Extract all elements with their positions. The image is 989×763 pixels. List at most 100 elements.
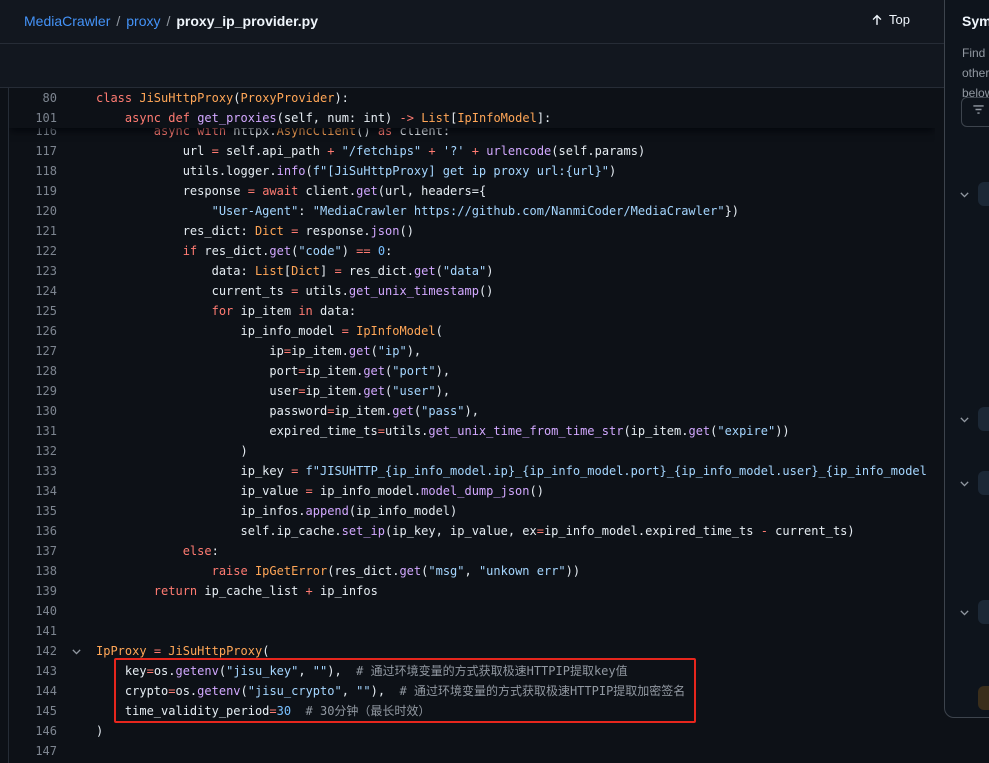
code-line: 101 async def get_proxies(self, num: int… bbox=[9, 108, 935, 128]
line-number[interactable]: 122 bbox=[9, 241, 57, 261]
breadcrumb: MediaCrawler/proxy/proxy_ip_provider.py bbox=[24, 13, 318, 29]
line-number[interactable]: 146 bbox=[9, 721, 57, 741]
symbol-chip[interactable] bbox=[978, 686, 989, 710]
line-number[interactable]: 136 bbox=[9, 521, 57, 541]
code-line: 142 IpProxy = JiSuHttpProxy( bbox=[9, 641, 935, 661]
line-number[interactable]: 117 bbox=[9, 141, 57, 161]
code-text: url = self.api_path + "/fetchips" + '?' … bbox=[96, 141, 935, 161]
symbols-filter-button[interactable] bbox=[961, 97, 989, 127]
symbol-tree-item[interactable] bbox=[958, 182, 989, 206]
code-text: ip_value = ip_info_model.model_dump_json… bbox=[96, 481, 935, 501]
line-number[interactable]: 128 bbox=[9, 361, 57, 381]
code-text: key=os.getenv("jisu_key", ""), # 通过环境变量的… bbox=[96, 661, 935, 681]
code-line: 117 url = self.api_path + "/fetchips" + … bbox=[9, 141, 935, 161]
line-expander-gutter bbox=[57, 681, 96, 701]
line-expander-gutter bbox=[57, 421, 96, 441]
code-line: 145 time_validity_period=30 # 30分钟（最长时效） bbox=[9, 701, 935, 721]
line-number[interactable]: 147 bbox=[9, 741, 57, 761]
code-text: expired_time_ts=utils.get_unix_time_from… bbox=[96, 421, 935, 441]
code-text: password=ip_item.get("pass"), bbox=[96, 401, 935, 421]
line-number[interactable]: 140 bbox=[9, 601, 57, 621]
code-text: else: bbox=[96, 541, 935, 561]
line-expander-gutter bbox=[57, 521, 96, 541]
line-expander-gutter bbox=[57, 301, 96, 321]
line-number[interactable]: 142 bbox=[9, 641, 57, 661]
symbol-tree-item[interactable] bbox=[958, 471, 989, 495]
line-number[interactable]: 123 bbox=[9, 261, 57, 281]
code-text: for ip_item in data: bbox=[96, 301, 935, 321]
line-number[interactable]: 137 bbox=[9, 541, 57, 561]
breadcrumb-folder-link[interactable]: proxy bbox=[126, 13, 160, 29]
code-text: IpProxy = JiSuHttpProxy( bbox=[96, 641, 935, 661]
code-line: 139 return ip_cache_list + ip_infos bbox=[9, 581, 935, 601]
code-line: 141 bbox=[9, 621, 935, 641]
code-line: 143 key=os.getenv("jisu_key", ""), # 通过环… bbox=[9, 661, 935, 681]
line-expander-gutter bbox=[57, 321, 96, 341]
line-number[interactable]: 133 bbox=[9, 461, 57, 481]
back-to-top-button[interactable]: Top bbox=[870, 12, 910, 27]
line-expander-gutter bbox=[57, 281, 96, 301]
line-expander-gutter bbox=[57, 561, 96, 581]
line-number[interactable]: 121 bbox=[9, 221, 57, 241]
chevron-down-icon[interactable] bbox=[958, 413, 971, 426]
chevron-down-icon[interactable] bbox=[958, 606, 971, 619]
breadcrumb-filename: proxy_ip_provider.py bbox=[176, 13, 318, 29]
symbol-chip[interactable] bbox=[978, 182, 989, 206]
line-number[interactable]: 138 bbox=[9, 561, 57, 581]
line-number[interactable]: 125 bbox=[9, 301, 57, 321]
line-number[interactable]: 80 bbox=[9, 88, 57, 108]
line-number[interactable]: 139 bbox=[9, 581, 57, 601]
code-text: crypto=os.getenv("jisu_crypto", ""), # 通… bbox=[96, 681, 935, 701]
symbols-desc-line: Find definitions and references for func… bbox=[962, 46, 989, 60]
code-line: 120 "User-Agent": "MediaCrawler https://… bbox=[9, 201, 935, 221]
line-number[interactable]: 144 bbox=[9, 681, 57, 701]
line-expander-gutter bbox=[57, 181, 96, 201]
line-number[interactable]: 131 bbox=[9, 421, 57, 441]
line-number[interactable]: 101 bbox=[9, 108, 57, 128]
symbols-panel-description: Find definitions and references for func… bbox=[962, 43, 989, 103]
line-number[interactable]: 135 bbox=[9, 501, 57, 521]
code-line: 146) bbox=[9, 721, 935, 741]
line-expander-gutter bbox=[57, 361, 96, 381]
line-number[interactable]: 141 bbox=[9, 621, 57, 641]
line-number[interactable]: 120 bbox=[9, 201, 57, 221]
filter-icon bbox=[971, 102, 986, 122]
collapse-chevron-icon[interactable] bbox=[57, 641, 96, 661]
line-number[interactable]: 118 bbox=[9, 161, 57, 181]
code-text bbox=[96, 741, 935, 761]
line-number[interactable]: 119 bbox=[9, 181, 57, 201]
code-line: 140 bbox=[9, 601, 935, 621]
chevron-down-icon[interactable] bbox=[958, 188, 971, 201]
symbol-chip[interactable] bbox=[978, 407, 989, 431]
code-line: 136 self.ip_cache.set_ip(ip_key, ip_valu… bbox=[9, 521, 935, 541]
line-number[interactable]: 127 bbox=[9, 341, 57, 361]
code-text: self.ip_cache.set_ip(ip_key, ip_value, e… bbox=[96, 521, 935, 541]
line-expander-gutter bbox=[57, 441, 96, 461]
symbol-tree-item[interactable] bbox=[958, 600, 989, 624]
line-number[interactable]: 130 bbox=[9, 401, 57, 421]
code-line: 119 response = await client.get(url, hea… bbox=[9, 181, 935, 201]
symbol-tree-item[interactable] bbox=[978, 686, 989, 710]
chevron-down-icon[interactable] bbox=[958, 477, 971, 490]
code-line: 122 if res_dict.get("code") == 0: bbox=[9, 241, 935, 261]
code-viewer: 116 async with httpx.AsyncClient() as cl… bbox=[8, 88, 935, 763]
symbol-chip[interactable] bbox=[978, 600, 989, 624]
code-text: ip_key = f"JISUHTTP_{ip_info_model.ip}_{… bbox=[96, 461, 935, 481]
line-number[interactable]: 143 bbox=[9, 661, 57, 681]
symbol-tree-item[interactable] bbox=[958, 407, 989, 431]
line-number[interactable]: 129 bbox=[9, 381, 57, 401]
line-number[interactable]: 124 bbox=[9, 281, 57, 301]
line-expander-gutter bbox=[57, 401, 96, 421]
line-number[interactable]: 145 bbox=[9, 701, 57, 721]
symbol-chip[interactable] bbox=[978, 471, 989, 495]
line-number[interactable]: 134 bbox=[9, 481, 57, 501]
line-number[interactable]: 132 bbox=[9, 441, 57, 461]
line-expander-gutter bbox=[57, 221, 96, 241]
breadcrumb-separator: / bbox=[110, 13, 126, 29]
line-expander-gutter bbox=[57, 481, 96, 501]
line-number[interactable]: 126 bbox=[9, 321, 57, 341]
code-text: return ip_cache_list + ip_infos bbox=[96, 581, 935, 601]
code-line: 125 for ip_item in data: bbox=[9, 301, 935, 321]
breadcrumb-repo-link[interactable]: MediaCrawler bbox=[24, 13, 110, 29]
line-expander-gutter bbox=[57, 88, 96, 108]
